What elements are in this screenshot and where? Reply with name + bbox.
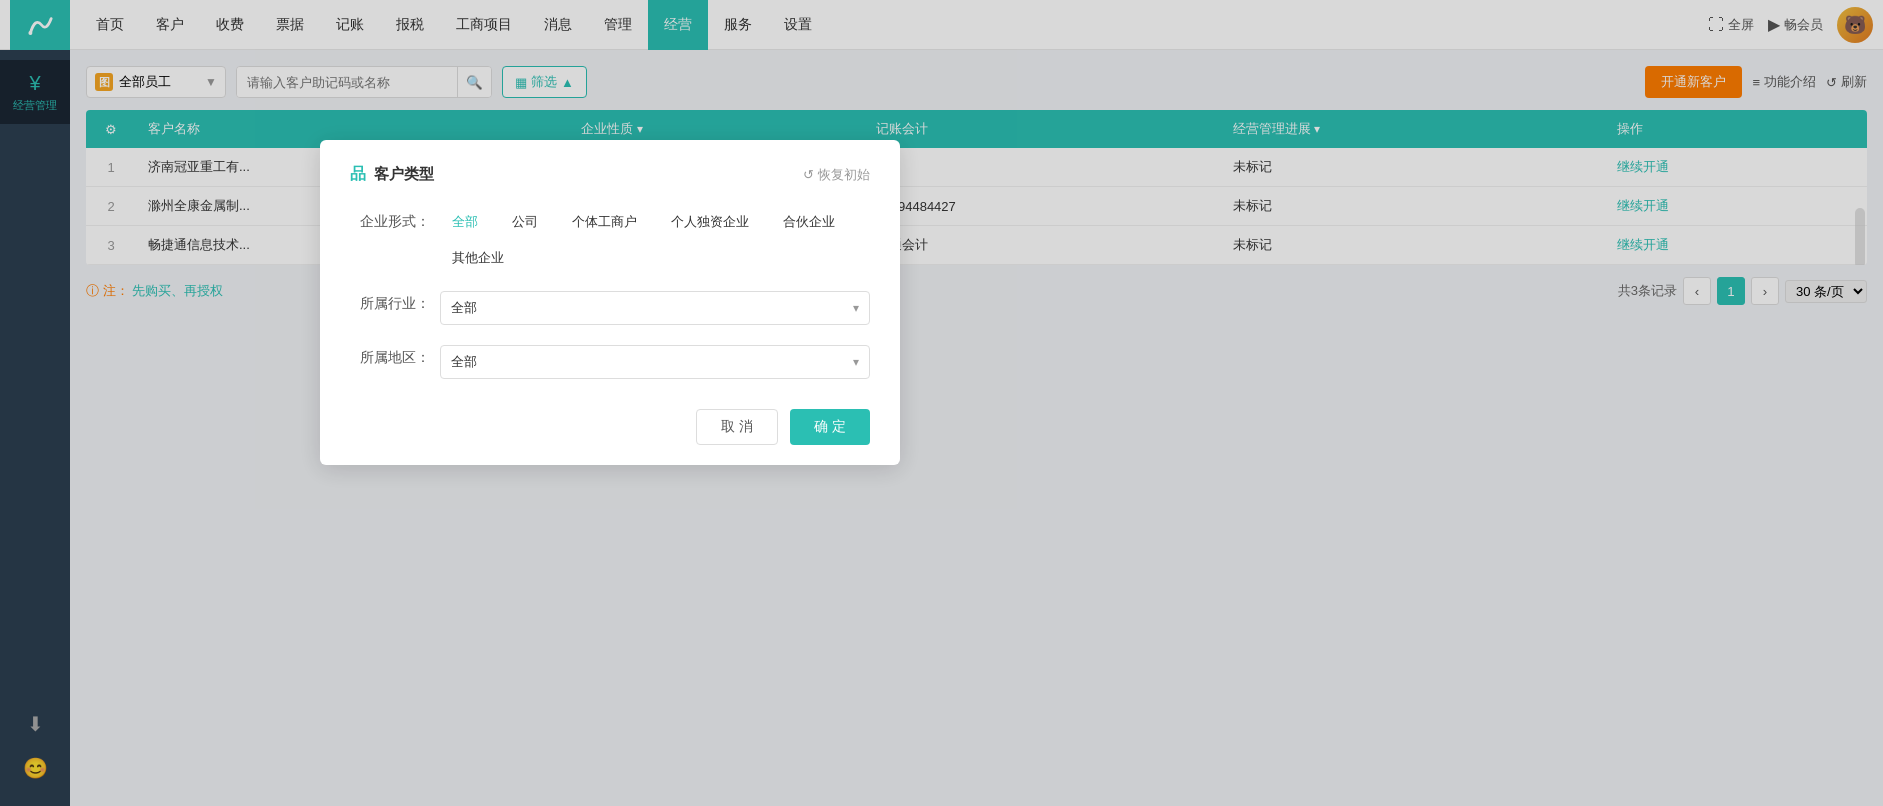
confirm-button[interactable]: 确 定 (790, 409, 870, 445)
option-all[interactable]: 全部 (440, 209, 490, 235)
industry-value: 全部 (451, 299, 477, 317)
industry-select[interactable]: 全部 ▾ (440, 291, 870, 325)
option-sole[interactable]: 个人独资企业 (659, 209, 761, 235)
option-other[interactable]: 其他企业 (440, 245, 516, 271)
modal-overlay: 品 客户类型 ↺ 恢复初始 企业形式： 全部 公司 个体工商户 个人独资企业 合… (0, 0, 1883, 806)
region-arrow-icon: ▾ (853, 355, 859, 369)
modal-title-text: 客户类型 (374, 165, 434, 184)
modal-header: 品 客户类型 ↺ 恢复初始 (350, 164, 870, 185)
modal-title: 品 客户类型 (350, 164, 434, 185)
region-value: 全部 (451, 353, 477, 371)
filter-modal: 品 客户类型 ↺ 恢复初始 企业形式： 全部 公司 个体工商户 个人独资企业 合… (320, 140, 900, 465)
modal-reset-button[interactable]: ↺ 恢复初始 (803, 166, 870, 184)
region-select[interactable]: 全部 ▾ (440, 345, 870, 379)
option-company[interactable]: 公司 (500, 209, 550, 235)
industry-label: 所属行业： (350, 291, 440, 313)
reset-label: 恢复初始 (818, 166, 870, 184)
modal-footer: 取 消 确 定 (350, 409, 870, 445)
enterprise-form-label: 企业形式： (350, 209, 440, 231)
region-row: 所属地区： 全部 ▾ (350, 345, 870, 379)
industry-arrow-icon: ▾ (853, 301, 859, 315)
cancel-button[interactable]: 取 消 (696, 409, 778, 445)
option-partnership[interactable]: 合伙企业 (771, 209, 847, 235)
reset-icon: ↺ (803, 167, 814, 182)
option-individual[interactable]: 个体工商户 (560, 209, 649, 235)
enterprise-options: 全部 公司 个体工商户 个人独资企业 合伙企业 其他企业 (440, 209, 870, 271)
industry-row: 所属行业： 全部 ▾ (350, 291, 870, 325)
enterprise-form-row: 企业形式： 全部 公司 个体工商户 个人独资企业 合伙企业 其他企业 (350, 209, 870, 271)
modal-title-icon: 品 (350, 164, 366, 185)
region-label: 所属地区： (350, 345, 440, 367)
